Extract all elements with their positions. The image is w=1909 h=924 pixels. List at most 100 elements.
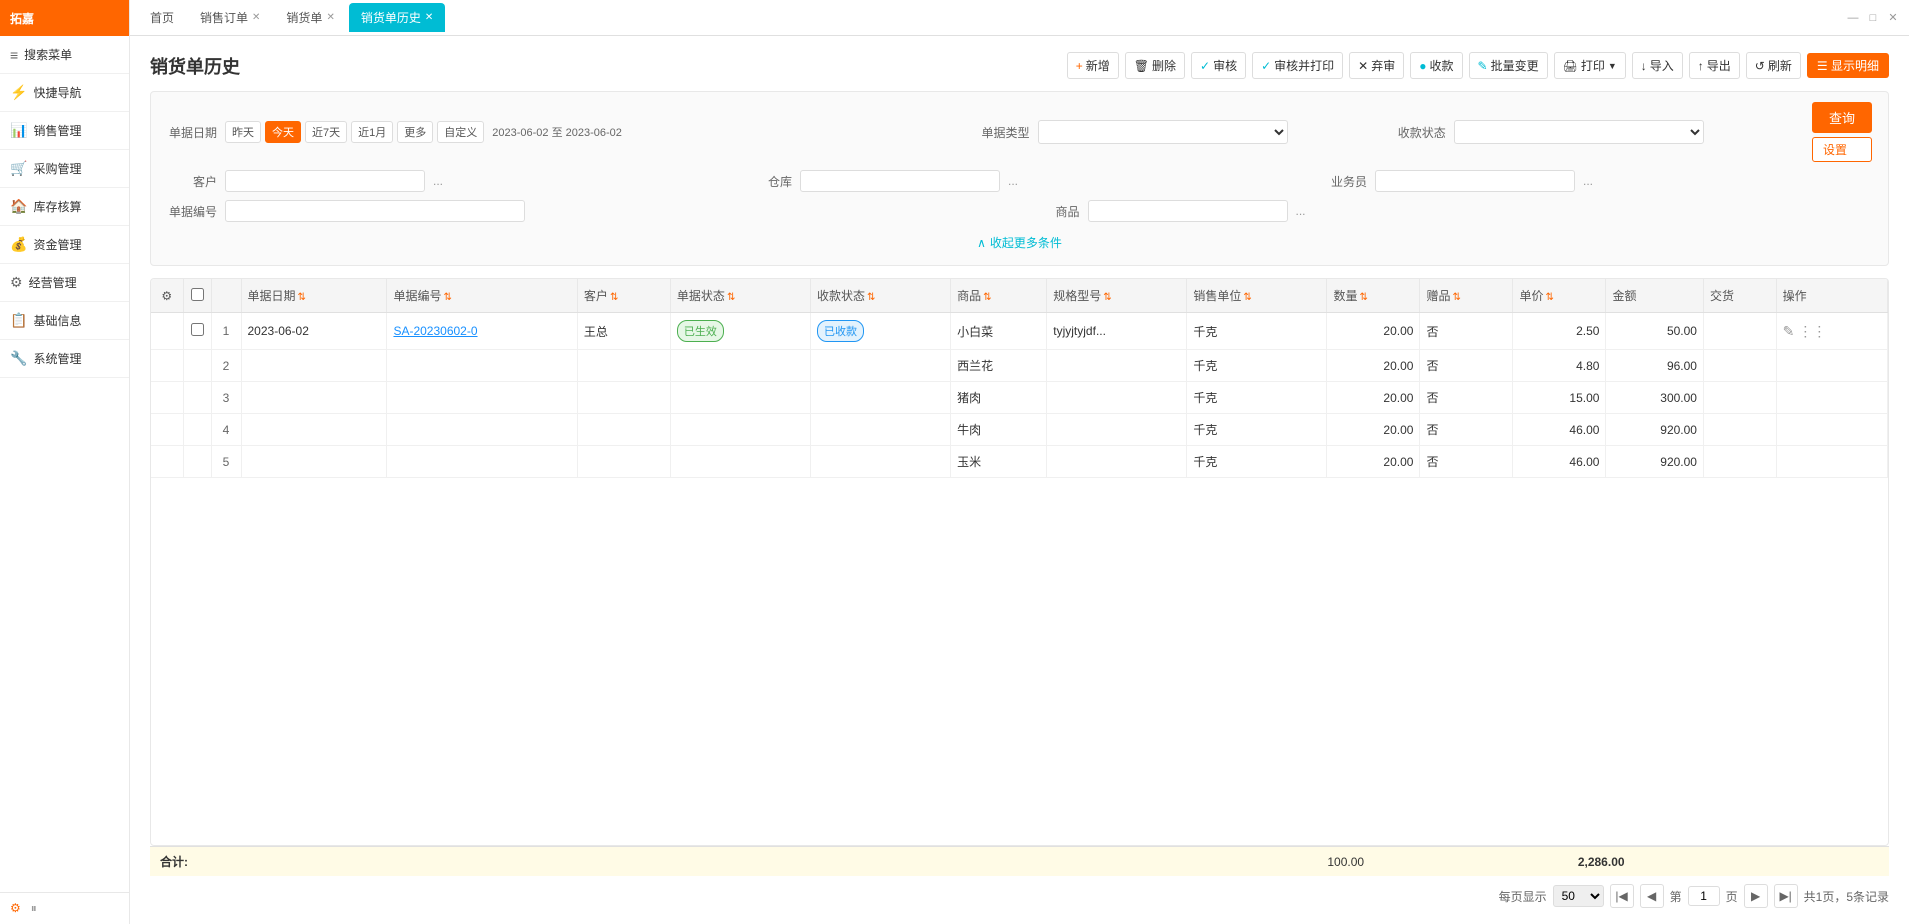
th-doc-status[interactable]: 单据状态⇅ xyxy=(670,279,810,313)
row-checkbox[interactable] xyxy=(191,323,204,336)
edit-action-btn[interactable]: ✎ xyxy=(1783,323,1795,340)
td-doc-no[interactable] xyxy=(387,350,577,382)
batch-change-button[interactable]: ✎ 批量变更 xyxy=(1469,52,1548,79)
th-collect-status[interactable]: 收款状态⇅ xyxy=(811,279,951,313)
window-close-btn[interactable]: ✕ xyxy=(1885,10,1901,26)
query-button[interactable]: 查询 xyxy=(1812,102,1872,133)
staff-dots[interactable]: ... xyxy=(1583,174,1593,188)
date-btn-more[interactable]: 更多 xyxy=(397,121,433,143)
th-gear[interactable]: ⚙ xyxy=(151,279,183,313)
tab-close-sales-order[interactable]: ✕ xyxy=(252,12,260,23)
window-maximize-btn[interactable]: □ xyxy=(1865,10,1881,26)
th-spec[interactable]: 规格型号⇅ xyxy=(1047,279,1187,313)
select-all-checkbox[interactable] xyxy=(191,288,204,301)
doc-no-label: 单据编号 xyxy=(167,203,217,220)
th-gift[interactable]: 赠品⇅ xyxy=(1420,279,1513,313)
td-transaction xyxy=(1703,414,1776,446)
tab-sales-history[interactable]: 销货单历史 ✕ xyxy=(349,3,445,32)
td-customer xyxy=(577,382,670,414)
td-unit-price: 2.50 xyxy=(1513,313,1606,350)
refresh-button[interactable]: ↺ 刷新 xyxy=(1746,52,1801,79)
collapse-button[interactable]: ∧ 收起更多条件 xyxy=(973,230,1066,255)
tab-close-sales-goods[interactable]: ✕ xyxy=(326,12,334,23)
warehouse-dots[interactable]: ... xyxy=(1008,174,1018,188)
page-first-button[interactable]: |◀ xyxy=(1610,884,1634,908)
collect-button[interactable]: ● 收款 xyxy=(1410,52,1462,79)
sidebar-item-finance-mgmt[interactable]: 💰 资金管理 xyxy=(0,226,129,264)
window-minimize-btn[interactable]: — xyxy=(1845,10,1861,26)
sidebar-bottom-icon1[interactable]: ⚙ xyxy=(10,901,21,916)
td-checkbox[interactable] xyxy=(183,350,211,382)
date-label: 单据日期 xyxy=(167,124,217,141)
date-btn-custom[interactable]: 自定义 xyxy=(437,121,484,143)
import-button[interactable]: ↓ 导入 xyxy=(1632,52,1683,79)
more-action-btn[interactable]: ⋮⋮ xyxy=(1798,323,1826,340)
delete-button[interactable]: 🗑 删除 xyxy=(1125,52,1185,79)
finance-icon: 💰 xyxy=(10,236,27,253)
goods-label: 商品 xyxy=(1030,203,1080,220)
sidebar-item-search-menu[interactable]: ≡ 搜索菜单 xyxy=(0,36,129,74)
page-input[interactable] xyxy=(1688,886,1720,906)
th-unit[interactable]: 销售单位⇅ xyxy=(1187,279,1327,313)
table-row: 1 2023-06-02 SA-20230602-0 王总 已生效 已收款 小白… xyxy=(151,313,1888,350)
staff-input[interactable] xyxy=(1375,170,1575,192)
tab-close-sales-history[interactable]: ✕ xyxy=(425,12,433,23)
td-checkbox[interactable] xyxy=(183,382,211,414)
sidebar-item-basic-info[interactable]: 📋 基础信息 xyxy=(0,302,129,340)
th-date[interactable]: 单据日期⇅ xyxy=(241,279,387,313)
page-size-select[interactable]: 20 50 100 xyxy=(1553,885,1604,907)
tab-home[interactable]: 首页 xyxy=(138,3,186,32)
doc-no-input[interactable] xyxy=(225,200,525,222)
sidebar-item-label: 经营管理 xyxy=(29,274,77,291)
th-quantity[interactable]: 数量⇅ xyxy=(1327,279,1420,313)
sidebar-bottom-icon2[interactable]: ⏸ xyxy=(31,901,37,916)
abandon-button[interactable]: ✕ 弃审 xyxy=(1349,52,1404,79)
doc-type-select[interactable] xyxy=(1038,120,1288,144)
new-button[interactable]: + 新增 xyxy=(1067,52,1119,79)
td-amount: 920.00 xyxy=(1606,446,1704,478)
td-doc-status: 已生效 xyxy=(670,313,810,350)
goods-input[interactable] xyxy=(1088,200,1288,222)
tab-sales-order[interactable]: 销售订单 ✕ xyxy=(188,3,272,32)
page-last-button[interactable]: ▶| xyxy=(1774,884,1798,908)
page-prev-button[interactable]: ◀ xyxy=(1640,884,1664,908)
tab-sales-goods[interactable]: 销货单 ✕ xyxy=(274,3,346,32)
customer-dots[interactable]: ... xyxy=(433,174,443,188)
sidebar-item-sys-mgmt[interactable]: 🔧 系统管理 xyxy=(0,340,129,378)
warehouse-input[interactable] xyxy=(800,170,1000,192)
td-checkbox[interactable] xyxy=(183,446,211,478)
th-goods[interactable]: 商品⇅ xyxy=(951,279,1047,313)
review-button[interactable]: ✓ 审核 xyxy=(1191,52,1246,79)
sidebar-item-purchase-mgmt[interactable]: 🛒 采购管理 xyxy=(0,150,129,188)
page-next-button[interactable]: ▶ xyxy=(1744,884,1768,908)
sidebar-item-quick-nav[interactable]: ⚡ 快捷导航 xyxy=(0,74,129,112)
review-print-button[interactable]: ✓ 审核并打印 xyxy=(1252,52,1343,79)
show-detail-button[interactable]: ☰ 显示明细 xyxy=(1807,53,1889,78)
sidebar-item-sales-mgmt[interactable]: 📊 销售管理 xyxy=(0,112,129,150)
th-unit-price[interactable]: 单价⇅ xyxy=(1513,279,1606,313)
sort-docno-icon: ⇅ xyxy=(443,292,451,303)
sidebar-item-inventory-calc[interactable]: 🏠 库存核算 xyxy=(0,188,129,226)
td-doc-no[interactable] xyxy=(387,446,577,478)
td-doc-no[interactable] xyxy=(387,414,577,446)
date-btn-1month[interactable]: 近1月 xyxy=(351,121,393,143)
sales-icon: 📊 xyxy=(10,122,27,139)
customer-input[interactable] xyxy=(225,170,425,192)
th-checkbox[interactable] xyxy=(183,279,211,313)
collect-status-select[interactable] xyxy=(1454,120,1704,144)
td-doc-no[interactable] xyxy=(387,382,577,414)
th-doc-no[interactable]: 单据编号⇅ xyxy=(387,279,577,313)
print-button[interactable]: 🖨 打印 ▼ xyxy=(1554,52,1626,79)
date-btn-today[interactable]: 今天 xyxy=(265,121,301,143)
date-btn-yesterday[interactable]: 昨天 xyxy=(225,121,261,143)
td-spec xyxy=(1047,382,1187,414)
goods-dots[interactable]: ... xyxy=(1296,204,1306,218)
th-customer[interactable]: 客户⇅ xyxy=(577,279,670,313)
export-button[interactable]: ↑ 导出 xyxy=(1689,52,1740,79)
settings-button[interactable]: 设置 xyxy=(1812,137,1872,162)
td-checkbox[interactable] xyxy=(183,313,211,350)
date-btn-7days[interactable]: 近7天 xyxy=(305,121,347,143)
td-doc-no[interactable]: SA-20230602-0 xyxy=(387,313,577,350)
td-checkbox[interactable] xyxy=(183,414,211,446)
sidebar-item-ops-mgmt[interactable]: ⚙ 经营管理 xyxy=(0,264,129,302)
